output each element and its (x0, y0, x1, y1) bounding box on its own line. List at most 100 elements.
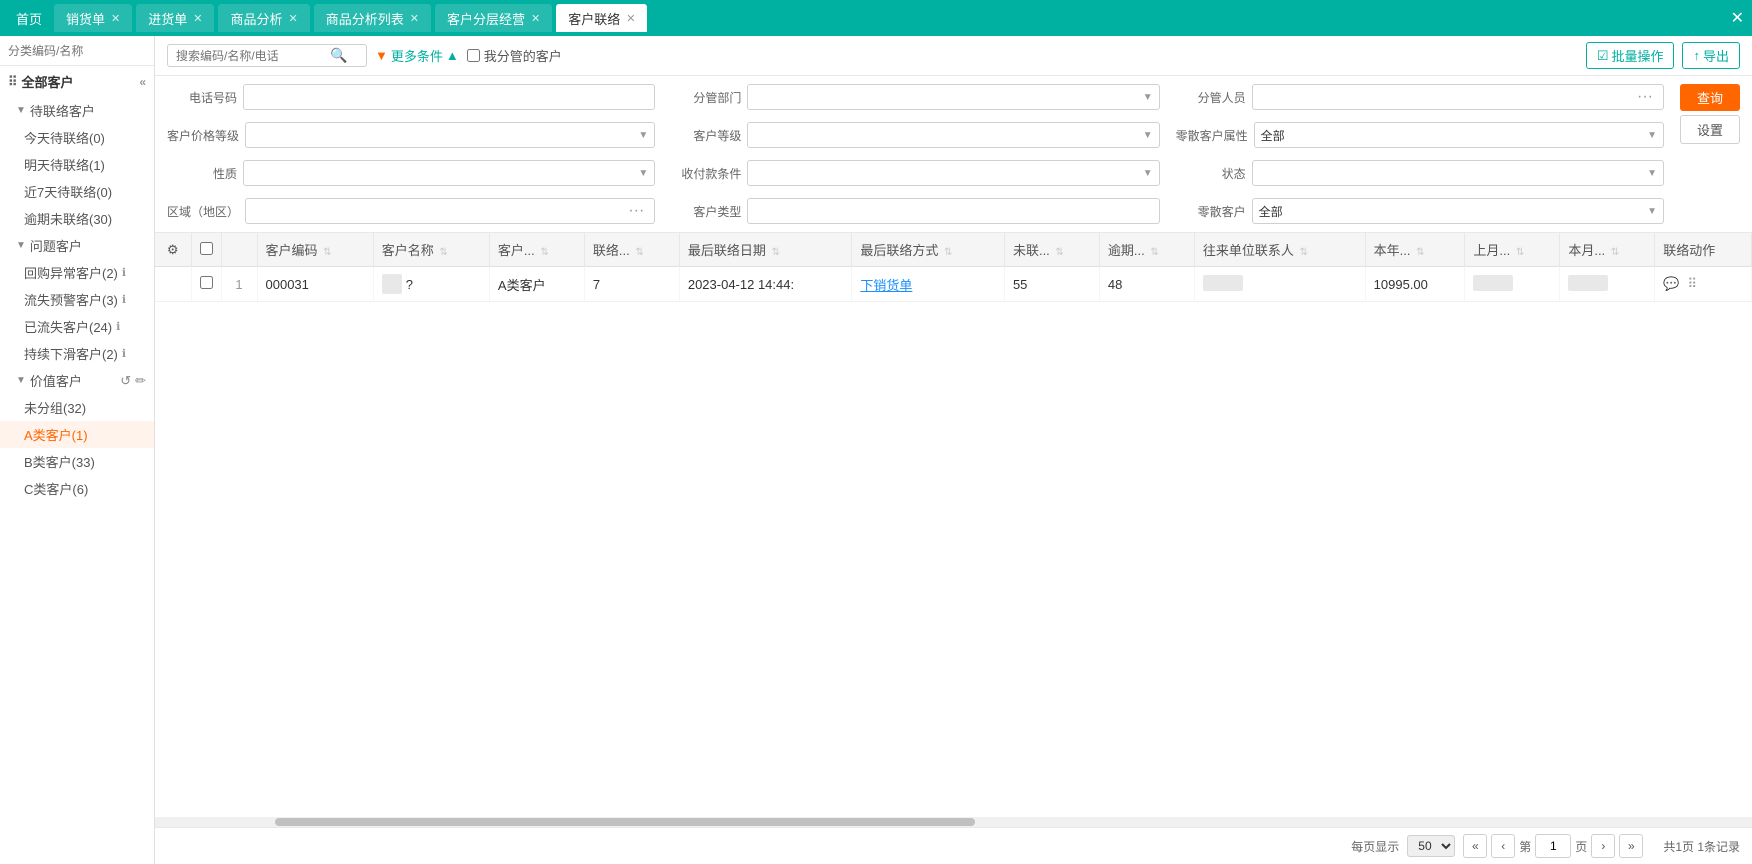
home-tab[interactable]: 首页 (8, 9, 50, 28)
select-all-checkbox[interactable] (200, 242, 213, 255)
row-checkbox[interactable] (200, 276, 213, 289)
sidebar-item-churned[interactable]: 已流失客户(24) ℹ (0, 313, 154, 340)
dots-icon[interactable]: ··· (1633, 88, 1657, 106)
tab-product-analysis[interactable]: 商品分析 ✕ (218, 4, 309, 32)
filter-scatter-attr-select[interactable]: 全部 ▼ (1254, 122, 1664, 148)
refresh-icon[interactable]: ↺ (120, 373, 131, 389)
company-contact-placeholder (1203, 275, 1243, 291)
sidebar-item-abnormal-repurchase[interactable]: 回购异常客户(2) ℹ (0, 259, 154, 286)
sidebar-item-7days[interactable]: 近7天待联络(0) (0, 178, 154, 205)
filter-customer-type-input[interactable] (747, 198, 1159, 224)
per-page-select[interactable]: 50 (1407, 835, 1455, 857)
query-button[interactable]: 查询 (1680, 84, 1740, 111)
sort-code-icon[interactable]: ⇅ (323, 247, 331, 258)
page-last-button[interactable]: » (1619, 834, 1643, 858)
close-product-analysis-tab[interactable]: ✕ (289, 12, 298, 25)
more-filters-button[interactable]: ▼ 更多条件 ▲ (375, 46, 459, 65)
sort-category-icon[interactable]: ⇅ (540, 247, 548, 258)
filter-scatter-select[interactable]: 全部 ▼ (1252, 198, 1664, 224)
sort-contact-icon[interactable]: ⇅ (635, 247, 643, 258)
my-customers-checkbox[interactable] (467, 49, 480, 62)
sort-name-icon[interactable]: ⇅ (439, 247, 447, 258)
export-button[interactable]: ↑ 导出 (1682, 42, 1740, 69)
filter-price-level-select[interactable]: ▼ (245, 122, 655, 148)
sort-year-icon[interactable]: ⇅ (1416, 247, 1424, 258)
filter-status-select[interactable]: ▼ (1252, 160, 1664, 186)
tab-customer-segment[interactable]: 客户分层经营 ✕ (435, 4, 552, 32)
sidebar-search-input[interactable] (8, 44, 155, 58)
filter-search-icon[interactable]: 🔍 (330, 47, 347, 64)
sidebar-item-declining[interactable]: 持续下滑客户(2) ℹ (0, 340, 154, 367)
horizontal-scrollbar[interactable] (155, 817, 1752, 827)
th-no (221, 233, 257, 267)
filter-payment-select[interactable]: ▼ (747, 160, 1159, 186)
th-this-month: 本月... ⇅ (1560, 233, 1655, 267)
filter-bar-right: ☑ 批量操作 ↑ 导出 (1586, 42, 1740, 69)
sidebar-item-overdue[interactable]: 逾期未联络(30) (0, 205, 154, 232)
close-customer-contact-tab[interactable]: ✕ (626, 12, 635, 25)
filter-search-input[interactable] (176, 49, 326, 63)
tab-sales[interactable]: 销货单 ✕ (54, 4, 132, 32)
filter-row-3: 性质 ▼ 收付款条件 ▼ (167, 160, 1664, 186)
chat-icon[interactable]: 💬 (1663, 276, 1679, 292)
sidebar-collapse-button[interactable]: « (139, 75, 146, 89)
sidebar-item-churn-warning[interactable]: 流失预警客户(3) ℹ (0, 286, 154, 313)
page-prev-button[interactable]: ‹ (1491, 834, 1515, 858)
sort-no-contact-icon[interactable]: ⇅ (1055, 247, 1063, 258)
sidebar-item-today[interactable]: 今天待联络(0) (0, 124, 154, 151)
settings-button[interactable]: 设置 (1680, 115, 1740, 144)
info-icon-2: ℹ (122, 293, 126, 306)
chevron-down-icon-problem: ▼ (16, 240, 26, 251)
last-method-link[interactable]: 下销货单 (860, 278, 912, 293)
sidebar-group-value[interactable]: ▼ 价值客户 ↺ ✏ (0, 367, 154, 394)
sidebar-group-pending[interactable]: ▼ 待联络客户 (0, 97, 154, 124)
th-gear[interactable]: ⚙ (155, 233, 191, 267)
export-icon: ↑ (1693, 48, 1700, 63)
window-close-button[interactable]: ✕ (1731, 8, 1744, 28)
filter-customer-level-select[interactable]: ▼ (747, 122, 1159, 148)
sort-this-month-icon[interactable]: ⇅ (1611, 247, 1619, 258)
sidebar-item-unclassified[interactable]: 未分组(32) (0, 394, 154, 421)
sidebar-item-c-class[interactable]: C类客户(6) (0, 475, 154, 502)
filter-scatter: 零散客户 全部 ▼ (1176, 198, 1664, 224)
scrollbar-thumb[interactable] (275, 818, 975, 826)
this-month-placeholder (1568, 275, 1608, 291)
chevron-up-icon: ▲ (446, 48, 459, 63)
filter-phone-input[interactable] (243, 84, 655, 110)
sidebar-item-a-class[interactable]: A类客户(1) (0, 421, 154, 448)
sort-company-icon[interactable]: ⇅ (1300, 247, 1308, 258)
page-number-input[interactable] (1535, 834, 1571, 858)
tab-product-analysis-list[interactable]: 商品分析列表 ✕ (314, 4, 431, 32)
customer-table: ⚙ 客户编码 ⇅ 客户名称 ⇅ (155, 233, 1752, 302)
customer-table-wrapper: ⚙ 客户编码 ⇅ 客户名称 ⇅ (155, 233, 1752, 817)
batch-operation-button[interactable]: ☑ 批量操作 (1586, 42, 1675, 69)
sidebar-item-tomorrow[interactable]: 明天待联络(1) (0, 151, 154, 178)
tab-customer-contact[interactable]: 客户联络 ✕ (556, 4, 647, 32)
filter-department-select[interactable]: ▼ (747, 84, 1159, 110)
page-first-button[interactable]: « (1463, 834, 1487, 858)
filter-icon: ▼ (375, 48, 388, 63)
filter-nature-select[interactable]: ▼ (243, 160, 655, 186)
close-customer-segment-tab[interactable]: ✕ (531, 12, 540, 25)
close-purchase-tab[interactable]: ✕ (193, 12, 202, 25)
close-sales-tab[interactable]: ✕ (111, 12, 120, 25)
region-dots-icon[interactable]: ··· (624, 202, 648, 220)
sort-overdue-icon[interactable]: ⇅ (1150, 247, 1158, 258)
sort-date-icon[interactable]: ⇅ (771, 247, 779, 258)
close-product-analysis-list-tab[interactable]: ✕ (410, 12, 419, 25)
qr-icon[interactable]: ⠿ (1687, 276, 1697, 292)
sidebar-item-b-class[interactable]: B类客户(33) (0, 448, 154, 475)
filter-region-select[interactable]: ··· (245, 198, 655, 224)
gear-settings-icon[interactable]: ⚙ (167, 242, 179, 257)
filter-person-select[interactable]: ··· (1252, 84, 1664, 110)
edit-icon[interactable]: ✏ (135, 373, 146, 389)
main-layout: 🔍 ⠿ 全部客户 « ▼ 待联络客户 今天待联络(0) 明天待联络(1) 近7天… (0, 36, 1752, 864)
sidebar-group-problem[interactable]: ▼ 问题客户 (0, 232, 154, 259)
sort-last-month-icon[interactable]: ⇅ (1516, 247, 1524, 258)
chevron-down-icon-nature: ▼ (638, 168, 648, 179)
sidebar-all-customers[interactable]: ⠿ 全部客户 « (0, 66, 154, 97)
info-icon: ℹ (122, 266, 126, 279)
tab-purchase[interactable]: 进货单 ✕ (136, 4, 214, 32)
sort-method-icon[interactable]: ⇅ (944, 247, 952, 258)
page-next-button[interactable]: › (1591, 834, 1615, 858)
